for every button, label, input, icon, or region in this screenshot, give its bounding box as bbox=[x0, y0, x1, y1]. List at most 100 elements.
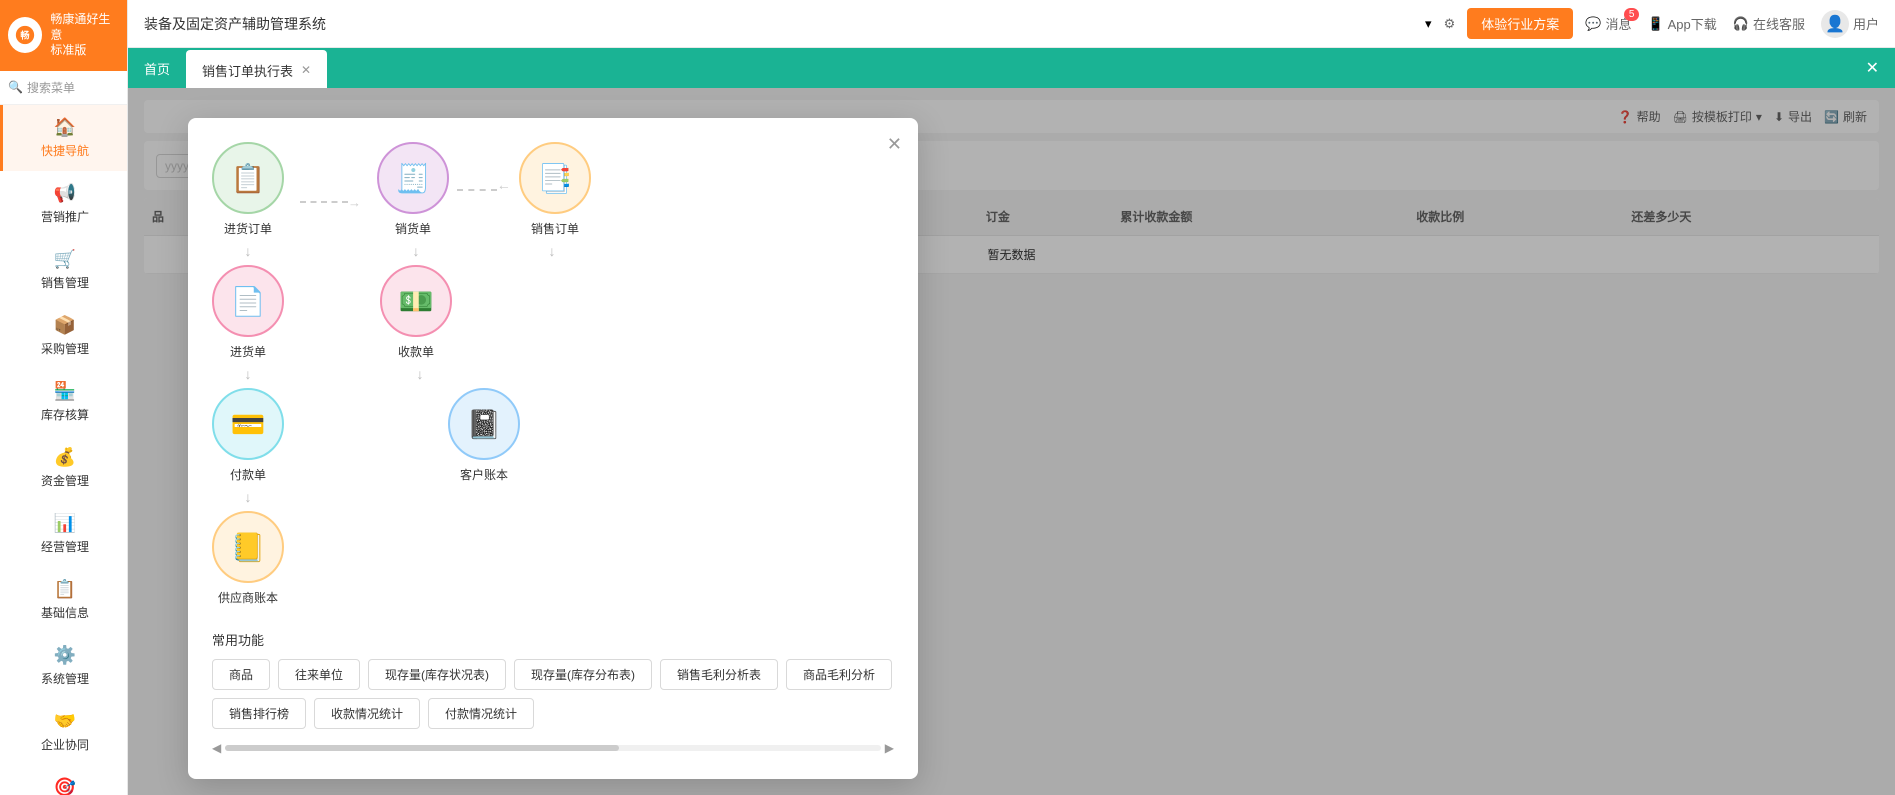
tab-home[interactable]: 首页 bbox=[128, 48, 186, 88]
func-btn-partner[interactable]: 往来单位 bbox=[278, 659, 360, 690]
app-download-btn[interactable]: 📱 App下载 bbox=[1647, 14, 1716, 33]
common-funcs: 常用功能 商品 往来单位 现存量(库存状况表) 现存量(库存分布表) 销售毛利分… bbox=[212, 630, 894, 729]
sidebar-item-basic[interactable]: 📋 基础信息 bbox=[0, 567, 127, 633]
scroll-right-btn[interactable]: ▶ bbox=[885, 741, 894, 755]
customer-ledger-icon: 📓 bbox=[448, 388, 520, 460]
func-buttons-row2: 销售排行榜 收款情况统计 付款情况统计 bbox=[212, 698, 894, 729]
right-arrow-1: → bbox=[348, 195, 361, 210]
flow-node-purchase-bill[interactable]: 📄 进货单 bbox=[212, 265, 284, 360]
sidebar-nav: 🏠 快捷导航 📢 营销推广 🛒 销售管理 📦 采购管理 🏪 库存核算 💰 bbox=[0, 105, 127, 795]
home-icon: 🏠 bbox=[54, 117, 76, 138]
h-dashed-arrow-1 bbox=[300, 201, 348, 203]
common-funcs-title: 常用功能 bbox=[212, 630, 894, 649]
sidebar-search[interactable]: 🔍 搜索菜单 bbox=[0, 71, 127, 105]
inventory-icon: 🏪 bbox=[54, 381, 76, 402]
phone-icon: 📱 bbox=[1647, 16, 1663, 32]
scroll-left-btn[interactable]: ◀ bbox=[212, 741, 221, 755]
user-avatar: 👤 bbox=[1821, 10, 1849, 38]
flow-node-receipt-bill[interactable]: 💵 收款单 bbox=[380, 265, 452, 360]
func-btn-sales-rank[interactable]: 销售排行榜 bbox=[212, 698, 306, 729]
modal-overlay[interactable]: ✕ 📋 进货订单 ↓ bbox=[128, 88, 1895, 795]
operation-icon: 📊 bbox=[54, 513, 76, 534]
system-icon: ⚙️ bbox=[54, 645, 76, 666]
marketing-icon: 📢 bbox=[54, 183, 76, 204]
purchase-order-icon: 📋 bbox=[212, 142, 284, 214]
settings-icon[interactable]: ⚙ bbox=[1444, 16, 1456, 32]
user-menu[interactable]: 👤 用户 bbox=[1821, 10, 1879, 38]
system-dropdown[interactable]: ▾ bbox=[1425, 16, 1432, 32]
modal-close-btn[interactable]: ✕ bbox=[887, 134, 902, 155]
message-icon: 💬 bbox=[1585, 16, 1601, 32]
search-icon: 🔍 bbox=[8, 80, 23, 94]
sidebar-item-guide[interactable]: 🎯 新手引导 bbox=[0, 765, 127, 795]
func-btn-stock-status[interactable]: 现存量(库存状况表) bbox=[368, 659, 506, 690]
supplier-ledger-icon: 📒 bbox=[212, 511, 284, 583]
sidebar-item-inventory[interactable]: 🏪 库存核算 bbox=[0, 369, 127, 435]
sidebar-logo: 畅 畅康通好生意 标准版 bbox=[0, 0, 127, 71]
sales-icon: 🛒 bbox=[54, 249, 76, 270]
basic-icon: 📋 bbox=[54, 579, 76, 600]
payment-bill-icon: 💳 bbox=[212, 388, 284, 460]
sidebar-item-finance[interactable]: 💰 资金管理 bbox=[0, 435, 127, 501]
main-area: 装备及固定资产辅助管理系统 ▾ ⚙ 体验行业方案 💬 消息 5 📱 App下载 … bbox=[128, 0, 1895, 795]
sidebar-item-purchase[interactable]: 📦 采购管理 bbox=[0, 303, 127, 369]
sidebar-item-sales[interactable]: 🛒 销售管理 bbox=[0, 237, 127, 303]
flow-node-sales-order[interactable]: 📑 销售订单 bbox=[519, 142, 591, 237]
arrow-down-3: ↓ bbox=[245, 489, 252, 505]
arrow-down-6: ↓ bbox=[384, 366, 456, 382]
online-service-btn[interactable]: 🎧 在线客服 bbox=[1733, 14, 1805, 33]
topbar: 装备及固定资产辅助管理系统 ▾ ⚙ 体验行业方案 💬 消息 5 📱 App下载 … bbox=[128, 0, 1895, 48]
func-btn-goods[interactable]: 商品 bbox=[212, 659, 270, 690]
scrollbar-track[interactable] bbox=[225, 745, 881, 751]
func-btn-sales-gross[interactable]: 销售毛利分析表 bbox=[660, 659, 778, 690]
topbar-right: 💬 消息 5 📱 App下载 🎧 在线客服 👤 用户 bbox=[1585, 10, 1879, 38]
sidebar-item-marketing[interactable]: 📢 营销推广 bbox=[0, 171, 127, 237]
tab-sales-order-exec[interactable]: 销售订单执行表 ✕ bbox=[186, 50, 327, 90]
content-area: ❓ 帮助 🖨 按模板打印 ▾ ⬇ 导出 🔄 刷新 bbox=[128, 88, 1895, 795]
purchase-bill-icon: 📄 bbox=[212, 265, 284, 337]
func-btn-receipt-stats[interactable]: 收款情况统计 bbox=[314, 698, 420, 729]
dropdown-arrow-icon: ▾ bbox=[1425, 16, 1432, 32]
finance-icon: 💰 bbox=[54, 447, 76, 468]
flow-node-purchase-order[interactable]: 📋 进货订单 bbox=[212, 142, 284, 237]
arrow-down-4: ↓ bbox=[380, 243, 452, 259]
flow-node-sales-bill[interactable]: 🧾 销货单 bbox=[377, 142, 449, 237]
sales-order-icon: 📑 bbox=[519, 142, 591, 214]
arrow-down-5: ↓ bbox=[516, 243, 588, 259]
tabbar: 首页 销售订单执行表 ✕ ✕ bbox=[128, 48, 1895, 88]
flow-node-payment-bill[interactable]: 💳 付款单 bbox=[212, 388, 284, 483]
left-arrow-1: → bbox=[497, 182, 511, 198]
guide-icon: 🎯 bbox=[54, 777, 76, 795]
message-badge: 5 bbox=[1624, 8, 1640, 21]
tab-close-icon[interactable]: ✕ bbox=[301, 63, 311, 77]
sidebar-item-enterprise[interactable]: 🤝 企业协同 bbox=[0, 699, 127, 765]
sidebar-item-quick-nav[interactable]: 🏠 快捷导航 bbox=[0, 105, 127, 171]
trial-btn[interactable]: 体验行业方案 bbox=[1467, 8, 1573, 39]
func-btn-payment-stats[interactable]: 付款情况统计 bbox=[428, 698, 534, 729]
receipt-bill-icon: 💵 bbox=[380, 265, 452, 337]
func-buttons-row1: 商品 往来单位 现存量(库存状况表) 现存量(库存分布表) 销售毛利分析表 商品… bbox=[212, 659, 894, 690]
message-btn[interactable]: 💬 消息 5 bbox=[1585, 14, 1631, 33]
sidebar-item-system[interactable]: ⚙️ 系统管理 bbox=[0, 633, 127, 699]
logo-text: 畅康通好生意 标准版 bbox=[50, 12, 119, 59]
modal-dialog: ✕ 📋 进货订单 ↓ bbox=[188, 118, 918, 779]
logo-icon: 畅 bbox=[8, 17, 42, 53]
sidebar: 畅 畅康通好生意 标准版 🔍 搜索菜单 🏠 快捷导航 📢 营销推广 🛒 销售管理 bbox=[0, 0, 128, 795]
flow-node-supplier-ledger[interactable]: 📒 供应商账本 bbox=[212, 511, 284, 606]
func-btn-stock-dist[interactable]: 现存量(库存分布表) bbox=[514, 659, 652, 690]
system-title: 装备及固定资产辅助管理系统 bbox=[144, 14, 1413, 34]
arrow-down-2: ↓ bbox=[245, 366, 252, 382]
modal-scrollbar: ◀ ▶ bbox=[212, 741, 894, 755]
sales-bill-icon: 🧾 bbox=[377, 142, 449, 214]
svg-text:畅: 畅 bbox=[21, 30, 30, 41]
scrollbar-thumb[interactable] bbox=[225, 745, 618, 751]
arrow-down-1: ↓ bbox=[245, 243, 252, 259]
purchase-icon: 📦 bbox=[54, 315, 76, 336]
flow-node-customer-ledger[interactable]: 📓 客户账本 bbox=[448, 388, 520, 483]
sidebar-item-operation[interactable]: 📊 经营管理 bbox=[0, 501, 127, 567]
func-btn-goods-gross[interactable]: 商品毛利分析 bbox=[786, 659, 892, 690]
close-all-tabs-btn[interactable]: ✕ bbox=[1866, 58, 1879, 78]
h-dashed-arrow-2 bbox=[457, 189, 497, 191]
headset-icon: 🎧 bbox=[1733, 16, 1749, 32]
enterprise-icon: 🤝 bbox=[54, 711, 76, 732]
